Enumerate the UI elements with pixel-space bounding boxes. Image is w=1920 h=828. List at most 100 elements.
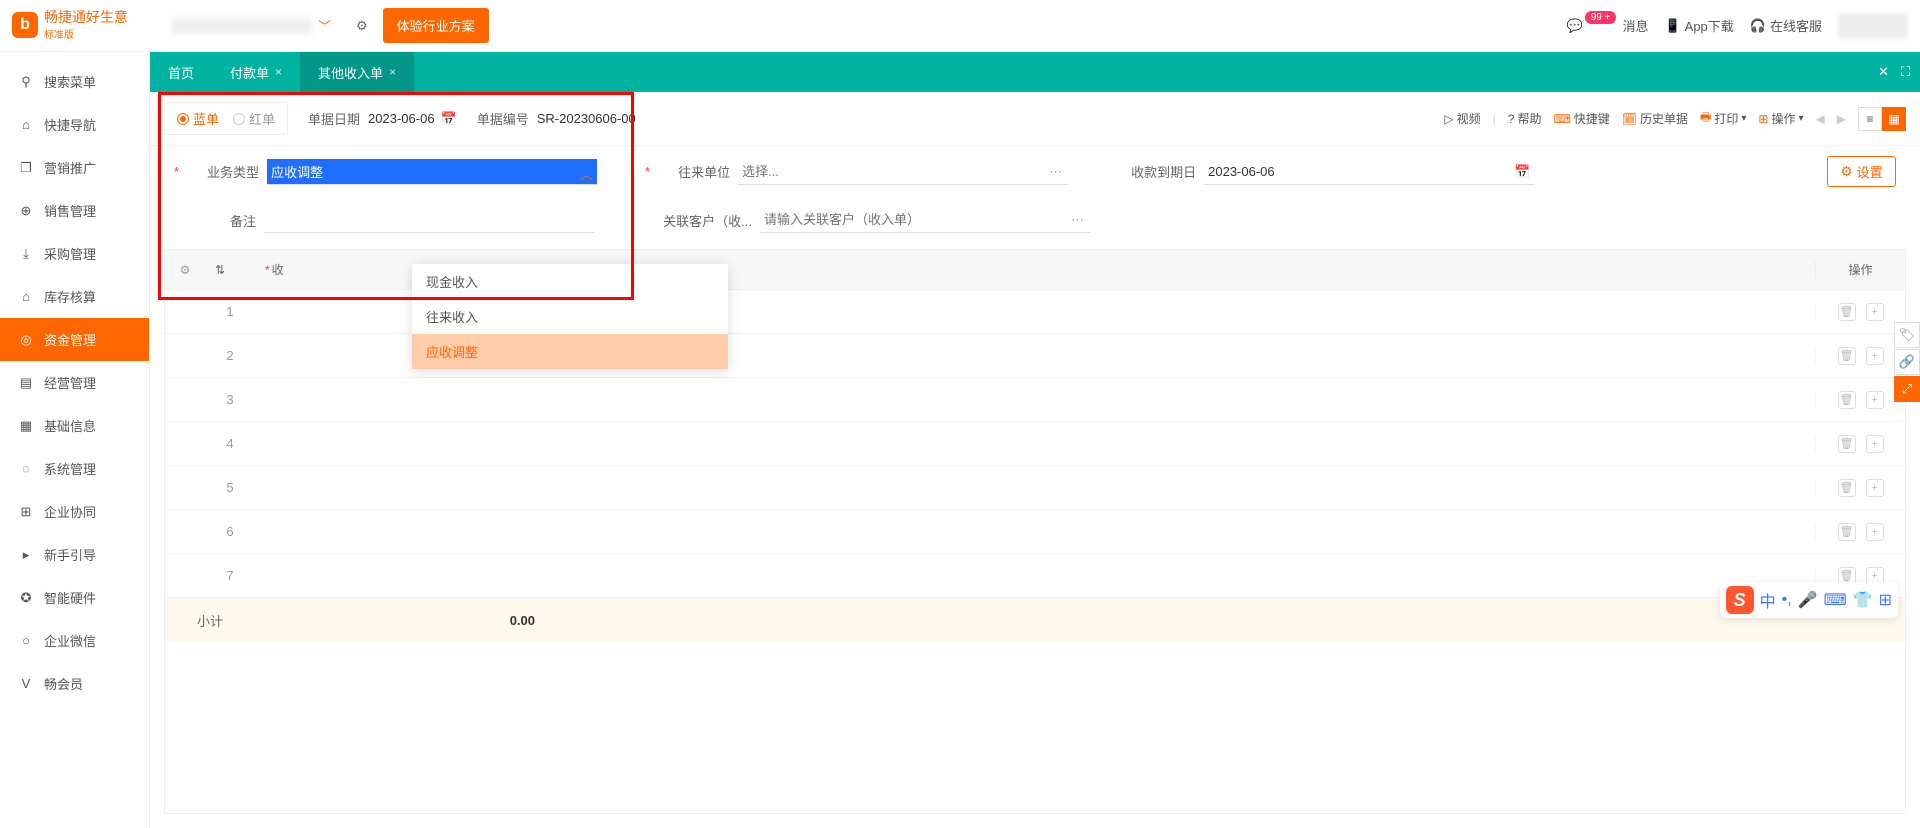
table-row[interactable]: 5🗑+ (165, 466, 1905, 510)
online-support-link[interactable]: 🎧 在线客服 (1750, 16, 1822, 35)
grid-settings-icon[interactable]: ⚙ (165, 263, 205, 277)
settings-button[interactable]: ⚙设置 (1827, 156, 1896, 187)
prev-icon[interactable]: ◀ (1816, 112, 1825, 126)
radio-red[interactable]: 红单 (233, 109, 275, 128)
sidebar-item[interactable]: ⊕销售管理 (0, 189, 149, 232)
app-download-link[interactable]: 📱 App下载 (1664, 16, 1733, 35)
sidebar-item[interactable]: ○企业微信 (0, 619, 149, 662)
sidebar-item[interactable]: ✪智能硬件 (0, 576, 149, 619)
add-row-icon[interactable]: + (1866, 303, 1884, 321)
company-selector[interactable]: ﹀ (172, 16, 341, 35)
dropdown-option-receivable-adj[interactable]: 应收调整 (412, 334, 728, 369)
delete-row-icon[interactable]: 🗑 (1838, 479, 1856, 497)
close-icon[interactable]: × (389, 65, 396, 79)
doc-no-label: 单据编号 (477, 109, 529, 128)
due-date-input[interactable] (1204, 159, 1534, 185)
print-button[interactable]: 🖶打印▾ (1700, 108, 1746, 129)
sidebar-item[interactable]: ▦基础信息 (0, 404, 149, 447)
dropdown-option-cash[interactable]: 现金收入 (412, 264, 728, 299)
delete-row-icon[interactable]: 🗑 (1838, 435, 1856, 453)
more-icon[interactable]: ⋯ (1071, 212, 1086, 228)
sidebar-icon: ⚲ (18, 74, 34, 90)
ime-toolbar[interactable]: S 中 •, 🎤 ⌨ 👕 ⊞ (1720, 582, 1898, 618)
table-row[interactable]: 6🗑+ (165, 510, 1905, 554)
partner-input[interactable] (738, 159, 1068, 185)
add-row-icon[interactable]: + (1866, 435, 1884, 453)
sidebar-item[interactable]: ▸新手引导 (0, 533, 149, 576)
message-badge: 99 + (1585, 11, 1617, 24)
more-icon[interactable]: ⋯ (1049, 164, 1064, 180)
table-row[interactable]: 3🗑+ (165, 378, 1905, 422)
ime-lang[interactable]: 中 (1760, 588, 1776, 612)
ime-skin-icon[interactable]: 👕 (1853, 590, 1873, 610)
sidebar: ⚲搜索菜单⌂快捷导航❐营销推广⊕销售管理⤓采购管理⌂库存核算◎资金管理▤经营管理… (0, 52, 150, 828)
view-list-button[interactable]: ≡ (1858, 107, 1882, 131)
delete-row-icon[interactable]: 🗑 (1838, 347, 1856, 365)
tag-tool-icon[interactable]: 🏷 (1894, 322, 1920, 348)
assoc-customer-input[interactable] (760, 207, 1090, 233)
row-index: 1 (205, 304, 255, 319)
tab-payment[interactable]: 付款单× (212, 52, 300, 92)
expand-tool-icon[interactable]: ⤢ (1894, 376, 1920, 402)
top-header: b 畅捷通好生意 标准版 ﹀ ⚙ 体验行业方案 💬 99 + 消息 📱 App下… (0, 0, 1920, 52)
message-icon: 💬 (1567, 18, 1583, 34)
biz-type-input[interactable] (267, 159, 597, 185)
col-operations: 操作 (1815, 261, 1905, 278)
chevron-up-icon[interactable]: ︿ (580, 164, 593, 183)
grid-sort-icon[interactable]: ⇅ (205, 263, 255, 277)
row-index: 7 (205, 568, 255, 583)
sidebar-icon: ◎ (18, 332, 34, 348)
shortcut-link[interactable]: ⌨快捷键 (1553, 110, 1609, 127)
operate-button[interactable]: ⊞操作▾ (1758, 110, 1803, 127)
remark-input[interactable] (264, 207, 594, 233)
add-row-icon[interactable]: + (1866, 523, 1884, 541)
help-link[interactable]: ?帮助 (1508, 110, 1542, 127)
user-avatar[interactable] (1838, 13, 1908, 39)
attach-tool-icon[interactable]: 🔗 (1894, 349, 1920, 375)
trial-button[interactable]: 体验行业方案 (383, 8, 489, 43)
settings-gear-icon[interactable]: ⚙ (356, 18, 368, 34)
add-row-icon[interactable]: + (1866, 479, 1884, 497)
history-link[interactable]: 🗓历史单据 (1622, 110, 1688, 127)
delete-row-icon[interactable]: 🗑 (1838, 523, 1856, 541)
sidebar-item-label: 营销推广 (44, 158, 96, 177)
sidebar-item[interactable]: ❐营销推广 (0, 146, 149, 189)
ime-mic-icon[interactable]: 🎤 (1798, 590, 1818, 610)
assoc-label: 关联客户（收... (642, 211, 752, 230)
next-icon[interactable]: ▶ (1837, 112, 1846, 126)
sidebar-item[interactable]: ◎资金管理 (0, 318, 149, 361)
view-card-button[interactable]: ▦ (1882, 107, 1906, 131)
sidebar-item[interactable]: ▤经营管理 (0, 361, 149, 404)
ime-grid-icon[interactable]: ⊞ (1879, 590, 1892, 610)
sidebar-item[interactable]: ⤓采购管理 (0, 232, 149, 275)
sidebar-item[interactable]: V畅会员 (0, 662, 149, 705)
video-help[interactable]: ▷视频 (1444, 110, 1480, 127)
table-row[interactable]: 7🗑+ (165, 554, 1905, 598)
calendar-icon[interactable]: 📅 (1514, 164, 1530, 180)
add-row-icon[interactable]: + (1866, 347, 1884, 365)
close-icon[interactable]: × (275, 65, 282, 79)
sidebar-item[interactable]: ⌂快捷导航 (0, 103, 149, 146)
calendar-icon[interactable]: 📅 (441, 111, 457, 127)
ime-punct-icon[interactable]: •, (1782, 591, 1792, 609)
sidebar-item[interactable]: ⚲搜索菜单 (0, 60, 149, 103)
add-row-icon[interactable]: + (1866, 391, 1884, 409)
ime-keyboard-icon[interactable]: ⌨ (1824, 590, 1847, 610)
tab-other-income[interactable]: 其他收入单× (300, 52, 414, 92)
sidebar-item[interactable]: ◌系统管理 (0, 447, 149, 490)
close-all-icon[interactable]: ✕ (1878, 64, 1889, 80)
sidebar-item[interactable]: ⌂库存核算 (0, 275, 149, 318)
doc-date-value[interactable]: 2023-06-06 (368, 111, 435, 126)
dropdown-option-related[interactable]: 往来收入 (412, 299, 728, 334)
messages-link[interactable]: 💬 99 + 消息 (1567, 16, 1649, 35)
tab-home[interactable]: 首页 (150, 52, 212, 92)
fullscreen-icon[interactable]: ⛶ (1901, 64, 1910, 80)
sidebar-item[interactable]: ⊞企业协同 (0, 490, 149, 533)
sidebar-item-label: 企业协同 (44, 502, 96, 521)
chevron-down-icon: ﹀ (318, 16, 331, 35)
delete-row-icon[interactable]: 🗑 (1838, 303, 1856, 321)
delete-row-icon[interactable]: 🗑 (1838, 391, 1856, 409)
table-row[interactable]: 4🗑+ (165, 422, 1905, 466)
logo-subtitle: 标准版 (44, 26, 128, 41)
radio-blue[interactable]: 蓝单 (177, 109, 219, 128)
